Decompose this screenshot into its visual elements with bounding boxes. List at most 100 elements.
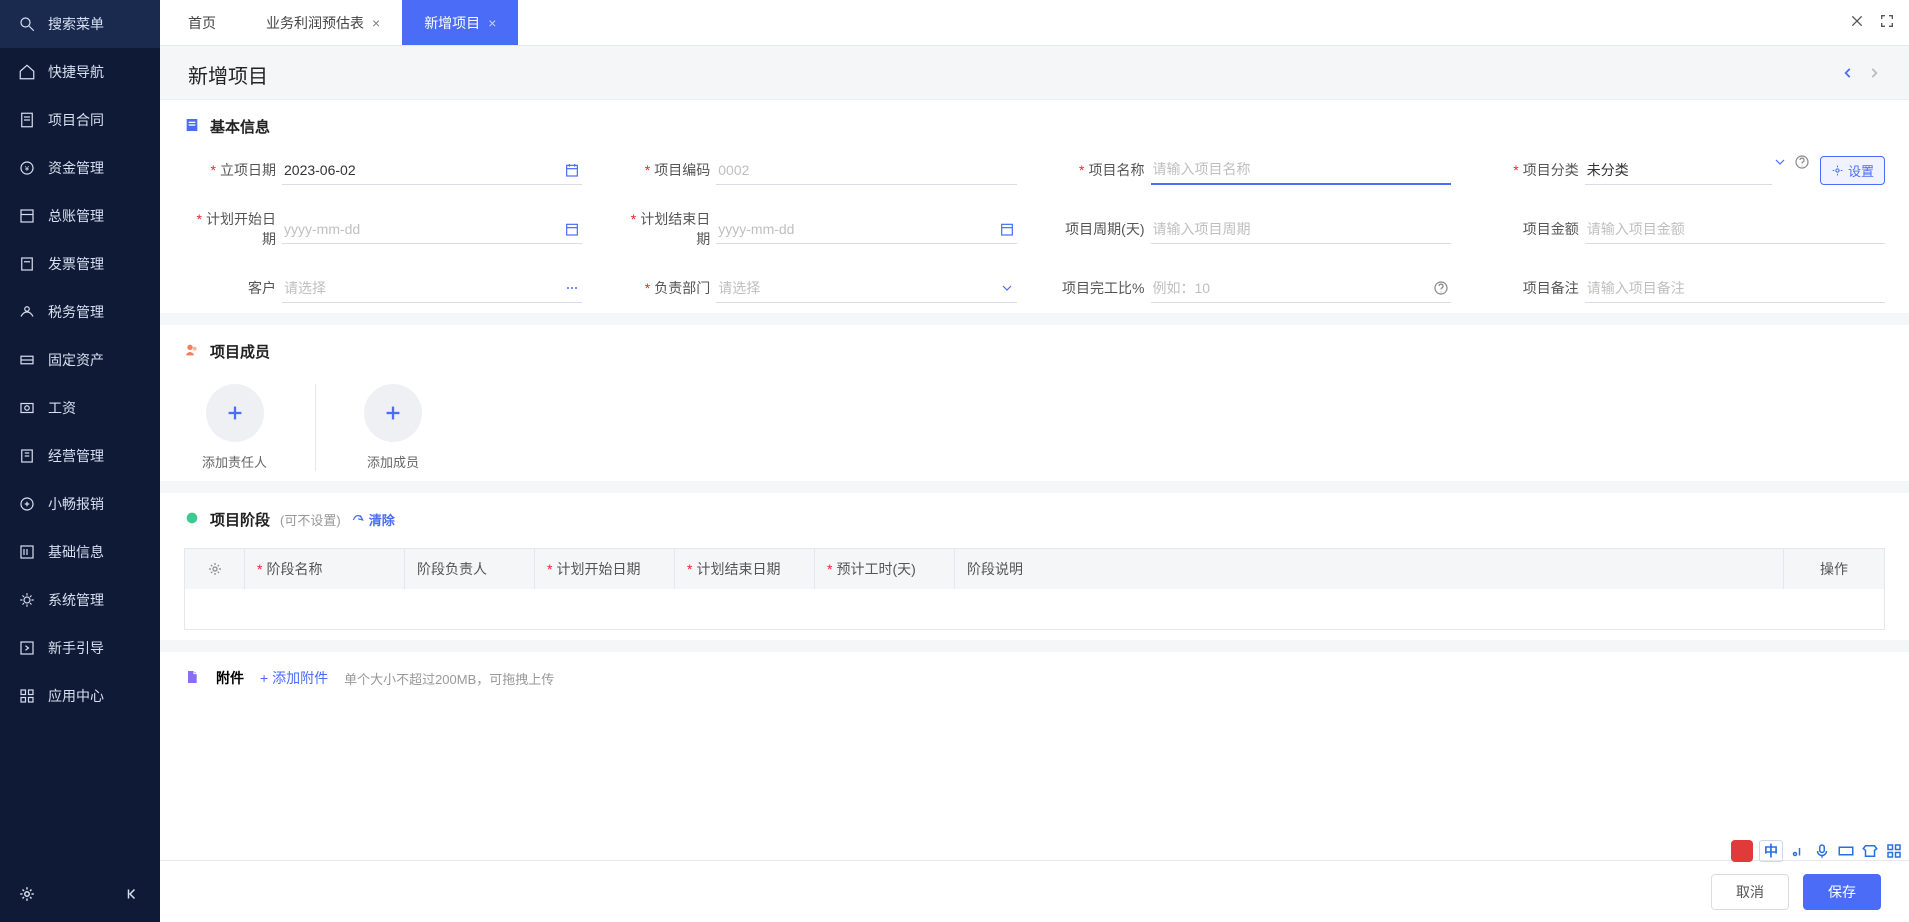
label-plan-end: 计划结束日期 (618, 209, 716, 249)
sidebar-item-label: 项目合同 (48, 110, 104, 130)
ime-skin-icon[interactable] (1861, 842, 1879, 860)
date-input[interactable] (282, 155, 582, 185)
info-icon (18, 543, 36, 561)
sidebar-item-label: 新手引导 (48, 638, 104, 658)
category-input[interactable] (1585, 155, 1772, 185)
th-start: 计划开始日期 (535, 549, 675, 589)
th-gear[interactable] (185, 549, 245, 589)
chevron-down-icon[interactable] (1772, 154, 1788, 170)
calendar-icon[interactable] (564, 221, 580, 237)
name-input[interactable] (1151, 155, 1451, 185)
sidebar-item-reimburse[interactable]: 小畅报销 (0, 480, 160, 528)
sidebar-item-salary[interactable]: 工资 (0, 384, 160, 432)
tab-new-project[interactable]: 新增项目 × (402, 0, 518, 45)
page-title: 新增项目 (188, 60, 268, 89)
settings-icon[interactable] (18, 885, 36, 908)
code-input[interactable] (716, 155, 1016, 185)
close-icon[interactable]: × (488, 15, 496, 31)
th-name: 阶段名称 (245, 549, 405, 589)
sidebar-item-label: 工资 (48, 398, 76, 418)
sidebar-item-label: 固定资产 (48, 350, 104, 370)
sidebar-item-baseinfo[interactable]: 基础信息 (0, 528, 160, 576)
sidebar-item-apps[interactable]: 应用中心 (0, 672, 160, 720)
chevron-down-icon[interactable] (999, 280, 1015, 296)
close-icon[interactable]: × (372, 15, 380, 31)
apps-icon (18, 687, 36, 705)
section-title: 项目阶段 (210, 509, 270, 530)
th-desc: 阶段说明 (955, 549, 1784, 589)
label-department: 负责部门 (618, 278, 716, 298)
sidebar-item-label: 小畅报销 (48, 494, 104, 514)
calendar-icon[interactable] (999, 221, 1015, 237)
svg-text:¥: ¥ (25, 164, 30, 173)
sidebar-item-ledger[interactable]: 总账管理 (0, 192, 160, 240)
add-attachment-button[interactable]: + 添加附件 (260, 668, 328, 688)
sidebar-item-system[interactable]: 系统管理 (0, 576, 160, 624)
clear-button[interactable]: 清除 (351, 510, 395, 529)
tab-label: 新增项目 (424, 13, 480, 33)
sidebar-item-guide[interactable]: 新手引导 (0, 624, 160, 672)
content: 基本信息 立项日期 项目编码 (160, 100, 1909, 860)
fullscreen-icon[interactable] (1879, 13, 1895, 32)
close-all-icon[interactable] (1849, 13, 1865, 32)
sidebar-item-label: 快捷导航 (48, 62, 104, 82)
add-owner-button[interactable]: 添加责任人 (184, 384, 285, 471)
invoice-icon (18, 255, 36, 273)
ime-punct-icon[interactable] (1789, 842, 1807, 860)
tab-label: 首页 (188, 13, 216, 33)
ime-mic-icon[interactable] (1813, 842, 1831, 860)
prev-page-icon[interactable] (1841, 63, 1855, 86)
coin-icon: ¥ (18, 159, 36, 177)
plan-start-input[interactable] (282, 214, 582, 244)
label-customer: 客户 (184, 278, 282, 298)
remark-input[interactable] (1585, 273, 1885, 303)
config-button[interactable]: 设置 (1820, 156, 1885, 185)
section-title: 附件 (216, 668, 244, 688)
sidebar-item-asset[interactable]: 固定资产 (0, 336, 160, 384)
salary-icon (18, 399, 36, 417)
sidebar-item-manage[interactable]: 经营管理 (0, 432, 160, 480)
system-icon (18, 591, 36, 609)
stage-table-body (185, 589, 1884, 629)
section-title: 基本信息 (210, 116, 270, 137)
sidebar-item-tax[interactable]: 税务管理 (0, 288, 160, 336)
add-member-button[interactable]: 添加成员 (346, 384, 440, 471)
sidebar-item-invoice[interactable]: 发票管理 (0, 240, 160, 288)
sidebar-item-funds[interactable]: ¥ 资金管理 (0, 144, 160, 192)
complete-input[interactable] (1151, 273, 1451, 303)
guide-icon (18, 639, 36, 657)
section-members: 项目成员 添加责任人 添加成员 (160, 325, 1909, 493)
cycle-input[interactable] (1151, 214, 1451, 244)
plan-end-input[interactable] (716, 214, 1016, 244)
home-icon (18, 63, 36, 81)
th-ops: 操作 (1784, 549, 1884, 589)
help-icon[interactable] (1433, 280, 1449, 296)
footer: 取消 保存 (160, 860, 1909, 922)
help-icon[interactable] (1794, 154, 1810, 170)
sidebar-item-contract[interactable]: 项目合同 (0, 96, 160, 144)
cancel-button[interactable]: 取消 (1711, 874, 1789, 910)
label-plan-start: 计划开始日期 (184, 209, 282, 249)
label-remark: 项目备注 (1487, 278, 1585, 298)
label-complete: 项目完工比% (1053, 278, 1151, 298)
amount-input[interactable] (1585, 214, 1885, 244)
sidebar-item-quicknav[interactable]: 快捷导航 (0, 48, 160, 96)
collapse-icon[interactable] (124, 885, 142, 908)
ime-keyboard-icon[interactable] (1837, 842, 1855, 860)
label-name: 项目名称 (1053, 160, 1151, 180)
ime-lang[interactable]: 中 (1759, 840, 1783, 862)
calendar-icon[interactable] (564, 162, 580, 178)
more-icon[interactable] (564, 280, 580, 296)
customer-input[interactable] (282, 273, 582, 303)
ime-grid-icon[interactable] (1885, 842, 1903, 860)
tab-home[interactable]: 首页 (160, 0, 244, 45)
th-end: 计划结束日期 (675, 549, 815, 589)
tab-profit-estimate[interactable]: 业务利润预估表 × (244, 0, 402, 45)
add-member-label: 添加成员 (367, 452, 419, 471)
section-basic: 基本信息 立项日期 项目编码 (160, 100, 1909, 325)
label-category: 项目分类 (1487, 160, 1585, 180)
sidebar: 搜索菜单 快捷导航 项目合同 ¥ 资金管理 总账管理 发票管理 税务管理 固定资 (0, 0, 160, 922)
sidebar-item-search[interactable]: 搜索菜单 (0, 0, 160, 48)
save-button[interactable]: 保存 (1803, 874, 1881, 910)
department-input[interactable] (716, 273, 1016, 303)
